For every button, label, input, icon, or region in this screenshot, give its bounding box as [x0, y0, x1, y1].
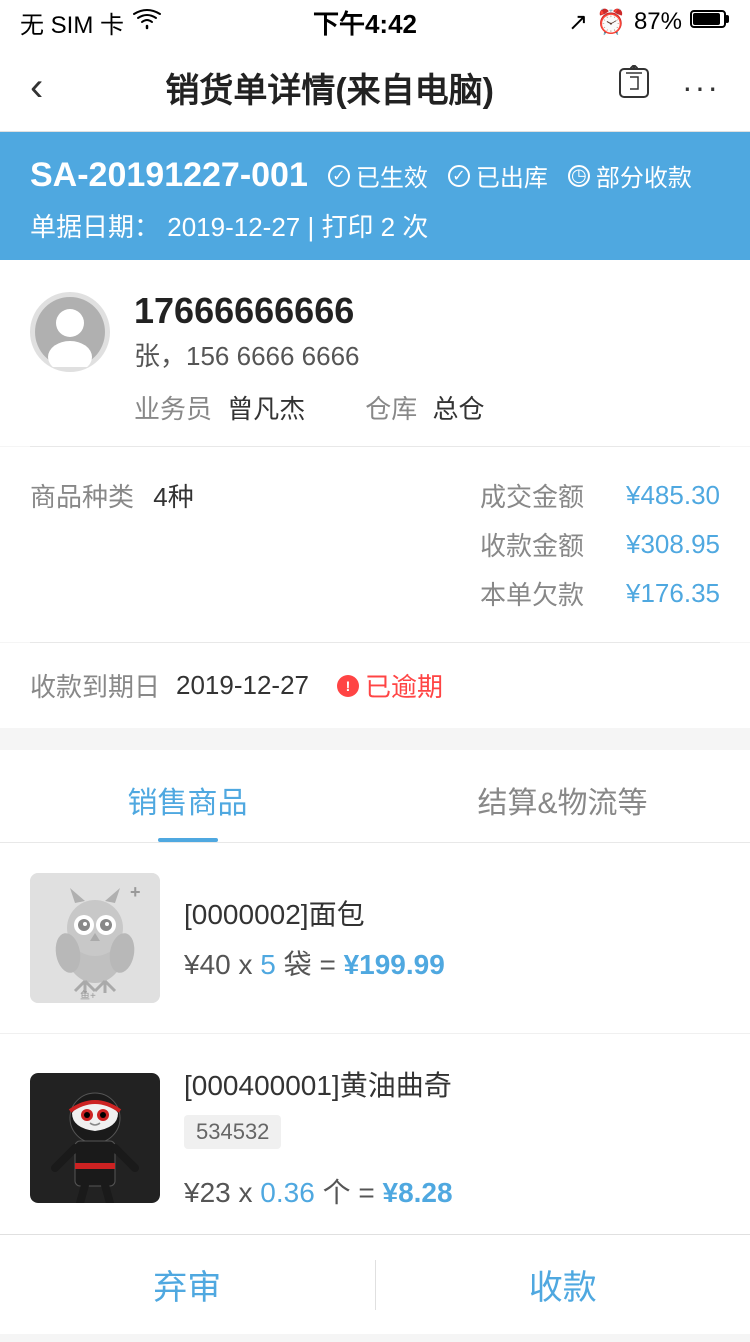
partial-label: 部分收款: [596, 158, 692, 193]
overdue-warning-icon: !: [337, 675, 359, 697]
tab-settlement-label: 结算&物流等: [477, 787, 647, 820]
badge-effective: 已生效: [328, 158, 428, 193]
svg-text:+: +: [130, 882, 141, 902]
effective-label: 已生效: [356, 158, 428, 193]
order-id: SA-20191227-001: [30, 156, 308, 195]
deal-amount-label: 成交金额: [480, 477, 584, 514]
battery-text: 87%: [634, 8, 682, 36]
owed-label: 本单欠款: [480, 575, 584, 612]
owed-value: ¥176.35: [600, 578, 720, 609]
overdue-badge: ! 已逾期: [337, 667, 443, 704]
customer-section: 17666666666 张，156 6666 6666 业务员 曾凡杰 仓库 总…: [0, 260, 750, 446]
shipped-icon: [448, 165, 470, 187]
product-type-info: 商品种类 4种: [30, 477, 194, 514]
more-icon[interactable]: ···: [682, 69, 720, 106]
owed-row: 本单欠款 ¥176.35: [480, 575, 720, 612]
shipped-label: 已出库: [476, 158, 548, 193]
badge-partial: 部分收款: [568, 158, 692, 193]
product-name-2: [000400001]黄油曲奇: [184, 1064, 720, 1104]
tab-sales[interactable]: 销售商品: [0, 750, 375, 842]
collected-label: 收款金额: [480, 526, 584, 563]
summary-section: 商品种类 4种 成交金额 ¥485.30 收款金额 ¥308.95 本单欠款 ¥…: [0, 447, 750, 642]
svg-text:鱼+: 鱼+: [80, 989, 96, 1002]
deal-amount-value: ¥485.30: [600, 480, 720, 511]
product-sku-2: 534532: [184, 1115, 281, 1149]
overdue-date: 2019-12-27: [176, 670, 309, 701]
collected-row: 收款金额 ¥308.95: [480, 526, 720, 563]
order-date: 2019-12-27: [167, 212, 300, 242]
overdue-status: 已逾期: [365, 667, 443, 704]
list-item: + 鱼+ [0000002]面包 ¥40 x 5 袋 = ¥199.99: [0, 843, 750, 1034]
staff-name: 曾凡杰: [227, 394, 305, 424]
deal-amount-row: 成交金额 ¥485.30: [480, 477, 720, 514]
carrier-text: 无 SIM 卡: [20, 5, 124, 40]
amount-info: 成交金额 ¥485.30 收款金额 ¥308.95 本单欠款 ¥176.35: [480, 477, 720, 612]
battery-icon: [690, 8, 730, 37]
tabs: 销售商品 结算&物流等: [0, 750, 750, 843]
partial-icon: [568, 165, 590, 187]
product-name-1: [0000002]面包: [184, 893, 720, 933]
product-image-1: + 鱼+: [30, 873, 160, 1003]
status-bar: 无 SIM 卡 下午4:42 ↗ ⏰ 87%: [0, 0, 750, 44]
status-right: ↗ ⏰ 87%: [568, 8, 730, 37]
alarm-icon: ⏰: [596, 8, 626, 37]
product-type-value: 4种: [153, 482, 193, 512]
product-price-1: ¥40 x 5 袋 = ¥199.99: [184, 943, 720, 983]
warehouse-label: 仓库: [365, 394, 417, 424]
product-code-1: [0000002]: [184, 899, 309, 930]
bottom-bar: 弃审 收款: [0, 1234, 750, 1334]
product-list: + 鱼+ [0000002]面包 ¥40 x 5 袋 = ¥199.99: [0, 843, 750, 1242]
status-left: 无 SIM 卡: [20, 5, 162, 40]
product-type-label: 商品种类: [30, 482, 134, 512]
tab-settlement[interactable]: 结算&物流等: [375, 750, 750, 842]
product-info-1: [0000002]面包 ¥40 x 5 袋 = ¥199.99: [184, 893, 720, 983]
date-label: 单据日期：: [30, 212, 160, 242]
product-price-2: ¥23 x 0.36 个 = ¥8.28: [184, 1171, 720, 1211]
section-divider: [0, 728, 750, 748]
share-icon[interactable]: [616, 65, 652, 110]
tab-sales-label: 销售商品: [128, 787, 248, 820]
status-time: 下午4:42: [313, 4, 417, 41]
collected-value: ¥308.95: [600, 529, 720, 560]
list-item: [000400001]黄油曲奇 534532 ¥23 x 0.36 个 = ¥8…: [0, 1034, 750, 1242]
print-info: | 打印 2 次: [307, 212, 428, 242]
product-info-2: [000400001]黄油曲奇 534532 ¥23 x 0.36 个 = ¥8…: [184, 1064, 720, 1211]
wifi-icon: [132, 8, 162, 37]
effective-icon: [328, 165, 350, 187]
order-date-info: 单据日期： 2019-12-27 | 打印 2 次: [30, 207, 720, 244]
badge-shipped: 已出库: [448, 158, 548, 193]
avatar: [30, 292, 110, 372]
customer-info-row: 业务员 曾凡杰 仓库 总仓: [30, 389, 720, 426]
collect-payment-button[interactable]: 收款: [376, 1240, 750, 1329]
customer-name: 17666666666: [134, 290, 360, 332]
customer-sub: 张，156 6666 6666: [134, 336, 360, 373]
staff-label: 业务员: [134, 394, 212, 424]
back-button[interactable]: ‹: [30, 65, 43, 110]
warehouse-name: 总仓: [433, 394, 485, 424]
order-header: SA-20191227-001 已生效 已出库 部分收款 单据日期： 2019-…: [0, 132, 750, 260]
nav-actions: ···: [616, 65, 720, 110]
nav-bar: ‹ 销货单详情(来自电脑) ···: [0, 44, 750, 132]
product-image-2: [30, 1073, 160, 1203]
overdue-section: 收款到期日 2019-12-27 ! 已逾期: [0, 643, 750, 728]
page-title: 销货单详情(来自电脑): [165, 63, 494, 112]
cancel-review-button[interactable]: 弃审: [0, 1240, 375, 1329]
location-icon: ↗: [568, 8, 588, 37]
product-code-2: [000400001]: [184, 1070, 340, 1101]
overdue-label: 收款到期日: [30, 667, 160, 704]
